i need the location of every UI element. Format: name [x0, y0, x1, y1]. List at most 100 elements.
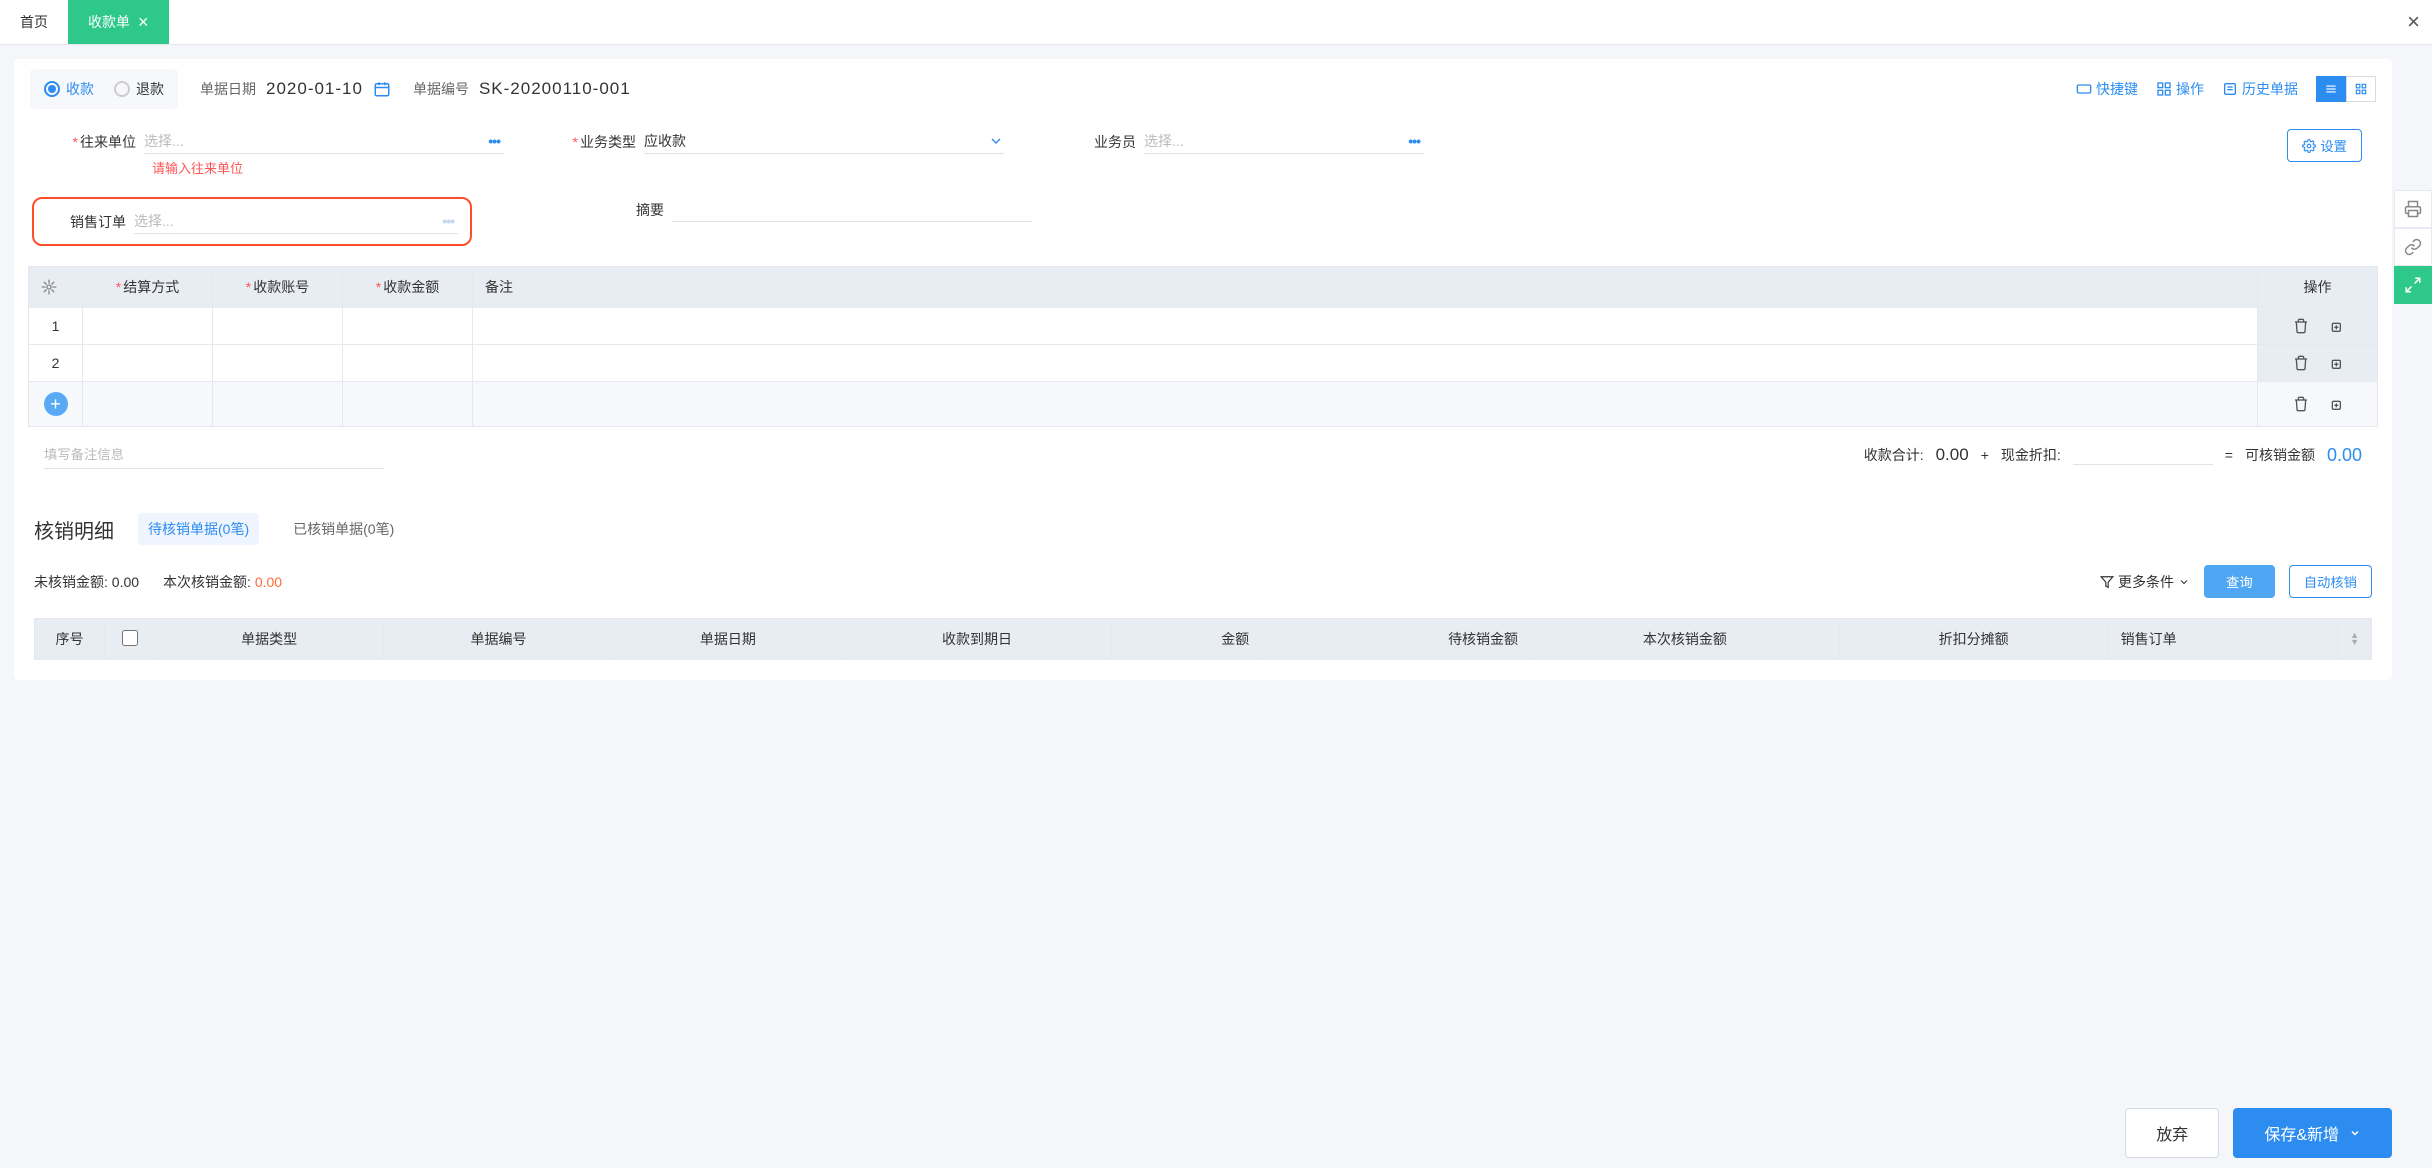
summary-input[interactable] [672, 201, 1032, 217]
col-due[interactable]: 收款到期日 [843, 619, 1112, 660]
query-button[interactable]: 查询 [2204, 565, 2275, 598]
auto-writeoff-button[interactable]: 自动核销 [2289, 565, 2372, 598]
history-link[interactable]: 历史单据 [2222, 79, 2298, 99]
total-value: 0.00 [1936, 445, 1969, 465]
delete-icon[interactable] [2293, 396, 2309, 412]
settings-button[interactable]: 设置 [2287, 129, 2362, 162]
pending-label: 未核销金额: [34, 574, 108, 590]
cell-method[interactable] [83, 308, 213, 345]
summary-input-wrap[interactable] [672, 197, 1032, 222]
form-item-party: *往来单位 ••• [44, 129, 504, 154]
cell-remark[interactable] [473, 345, 2258, 382]
date-label: 单据日期 [200, 79, 256, 99]
delete-icon[interactable] [2293, 318, 2309, 334]
delete-icon[interactable] [2293, 355, 2309, 371]
cancel-button[interactable]: 放弃 [2125, 1108, 2219, 1158]
filter-icon [2100, 575, 2114, 589]
radio-receipt[interactable]: 收款 [44, 79, 94, 99]
calendar-icon[interactable] [373, 80, 391, 98]
tab-pending[interactable]: 待核销单据(0笔) [138, 513, 259, 545]
more-icon[interactable]: ••• [1404, 133, 1424, 149]
cell-method[interactable] [83, 345, 213, 382]
party-input-wrap[interactable]: ••• [144, 129, 504, 154]
form-item-salesman: 业务员 ••• [1044, 129, 1424, 154]
header-row: 收款 退款 单据日期 2020-01-10 单据编号 SK-20200110-0… [14, 59, 2392, 109]
copy-icon[interactable] [2327, 318, 2343, 334]
biztype-select[interactable] [644, 129, 1004, 154]
col-pending[interactable]: 待核销金额 [1262, 619, 1531, 660]
tab-bar: 首页 收款单 × × [0, 0, 2432, 45]
cell-account[interactable] [213, 345, 343, 382]
biztype-input[interactable] [644, 133, 988, 149]
side-link-button[interactable] [2394, 228, 2432, 266]
no-value: SK-20200110-001 [479, 79, 631, 99]
table-row: 2 [29, 345, 2378, 382]
remark-input[interactable] [44, 441, 384, 469]
copy-icon[interactable] [2327, 355, 2343, 371]
main-panel: 收款 退款 单据日期 2020-01-10 单据编号 SK-20200110-0… [14, 59, 2392, 680]
radio-label: 收款 [66, 79, 94, 99]
form-area: *往来单位 ••• 请输入往来单位 *业务类型 业务员 [14, 109, 2392, 246]
add-row-button[interactable]: + [44, 392, 68, 416]
party-label: *往来单位 [44, 132, 144, 152]
copy-icon[interactable] [2327, 396, 2343, 412]
operate-link[interactable]: 操作 [2156, 79, 2204, 99]
cell-account[interactable] [213, 308, 343, 345]
side-toolbar [2394, 190, 2432, 304]
shortcut-link[interactable]: 快捷键 [2076, 79, 2138, 99]
close-all-icon[interactable]: × [2407, 9, 2420, 35]
more-icon[interactable]: ••• [484, 133, 504, 149]
select-all-checkbox[interactable] [122, 630, 138, 646]
tab-receipt[interactable]: 收款单 × [68, 0, 169, 44]
close-icon[interactable]: × [138, 13, 149, 31]
order-input-wrap[interactable]: ••• [134, 209, 458, 234]
party-input[interactable] [144, 133, 484, 149]
discount-input[interactable] [2073, 445, 2213, 465]
col-date[interactable]: 单据日期 [613, 619, 842, 660]
summary-label: 摘要 [572, 200, 672, 220]
col-discount[interactable]: 折扣分摊额 [1839, 619, 2108, 660]
row-index: 2 [29, 345, 83, 382]
tab-done[interactable]: 已核销单据(0笔) [283, 513, 404, 545]
header-actions: 快捷键 操作 历史单据 [2076, 76, 2376, 102]
date-value[interactable]: 2020-01-10 [266, 79, 363, 99]
radio-refund[interactable]: 退款 [114, 79, 164, 99]
more-icon[interactable]: ••• [438, 213, 458, 229]
side-expand-button[interactable] [2394, 266, 2432, 304]
more-conditions[interactable]: 更多条件 [2100, 572, 2190, 592]
tab-label: 收款单 [88, 12, 130, 32]
side-print-button[interactable] [2394, 190, 2432, 228]
col-amount[interactable]: 金额 [1112, 619, 1262, 660]
party-error: 请输入往来单位 [152, 158, 504, 177]
salesman-input-wrap[interactable]: ••• [1144, 129, 1424, 154]
salesman-label: 业务员 [1044, 132, 1144, 152]
view-card-button[interactable] [2346, 76, 2376, 102]
col-current[interactable]: 本次核销金额 [1531, 619, 1840, 660]
col-sort[interactable]: ▲▼ [2338, 619, 2372, 660]
view-toggle [2316, 76, 2376, 102]
current-label: 本次核销金额: [163, 574, 251, 590]
writeoff-info: 未核销金额: 0.00 本次核销金额: 0.00 更多条件 查询 自动核销 [14, 555, 2392, 608]
writeoff-table: 序号 单据类型 单据编号 单据日期 收款到期日 金额 待核销金额 本次核销金额 … [34, 618, 2372, 660]
view-list-button[interactable] [2316, 76, 2346, 102]
sales-order-highlight: 销售订单 ••• [32, 197, 472, 246]
save-button[interactable]: 保存&新增 [2233, 1108, 2392, 1158]
chevron-down-icon [2349, 1127, 2361, 1139]
keyboard-icon [2076, 81, 2092, 97]
col-no[interactable]: 单据编号 [384, 619, 613, 660]
footer-actions: 放弃 保存&新增 [2125, 1098, 2392, 1168]
order-input[interactable] [134, 213, 438, 229]
cell-amount[interactable] [343, 345, 473, 382]
discount-label: 现金折扣: [2001, 445, 2061, 465]
col-account: *收款账号 [213, 267, 343, 308]
cell-amount[interactable] [343, 308, 473, 345]
form-item-summary: 摘要 [572, 197, 1032, 222]
col-type[interactable]: 单据类型 [155, 619, 384, 660]
col-order[interactable]: 销售订单 [2108, 619, 2337, 660]
chevron-down-icon[interactable] [988, 133, 1004, 149]
tab-home[interactable]: 首页 [0, 0, 68, 44]
cell-remark[interactable] [473, 308, 2258, 345]
no-label: 单据编号 [413, 79, 469, 99]
gear-icon[interactable] [41, 279, 70, 295]
salesman-input[interactable] [1144, 133, 1404, 149]
